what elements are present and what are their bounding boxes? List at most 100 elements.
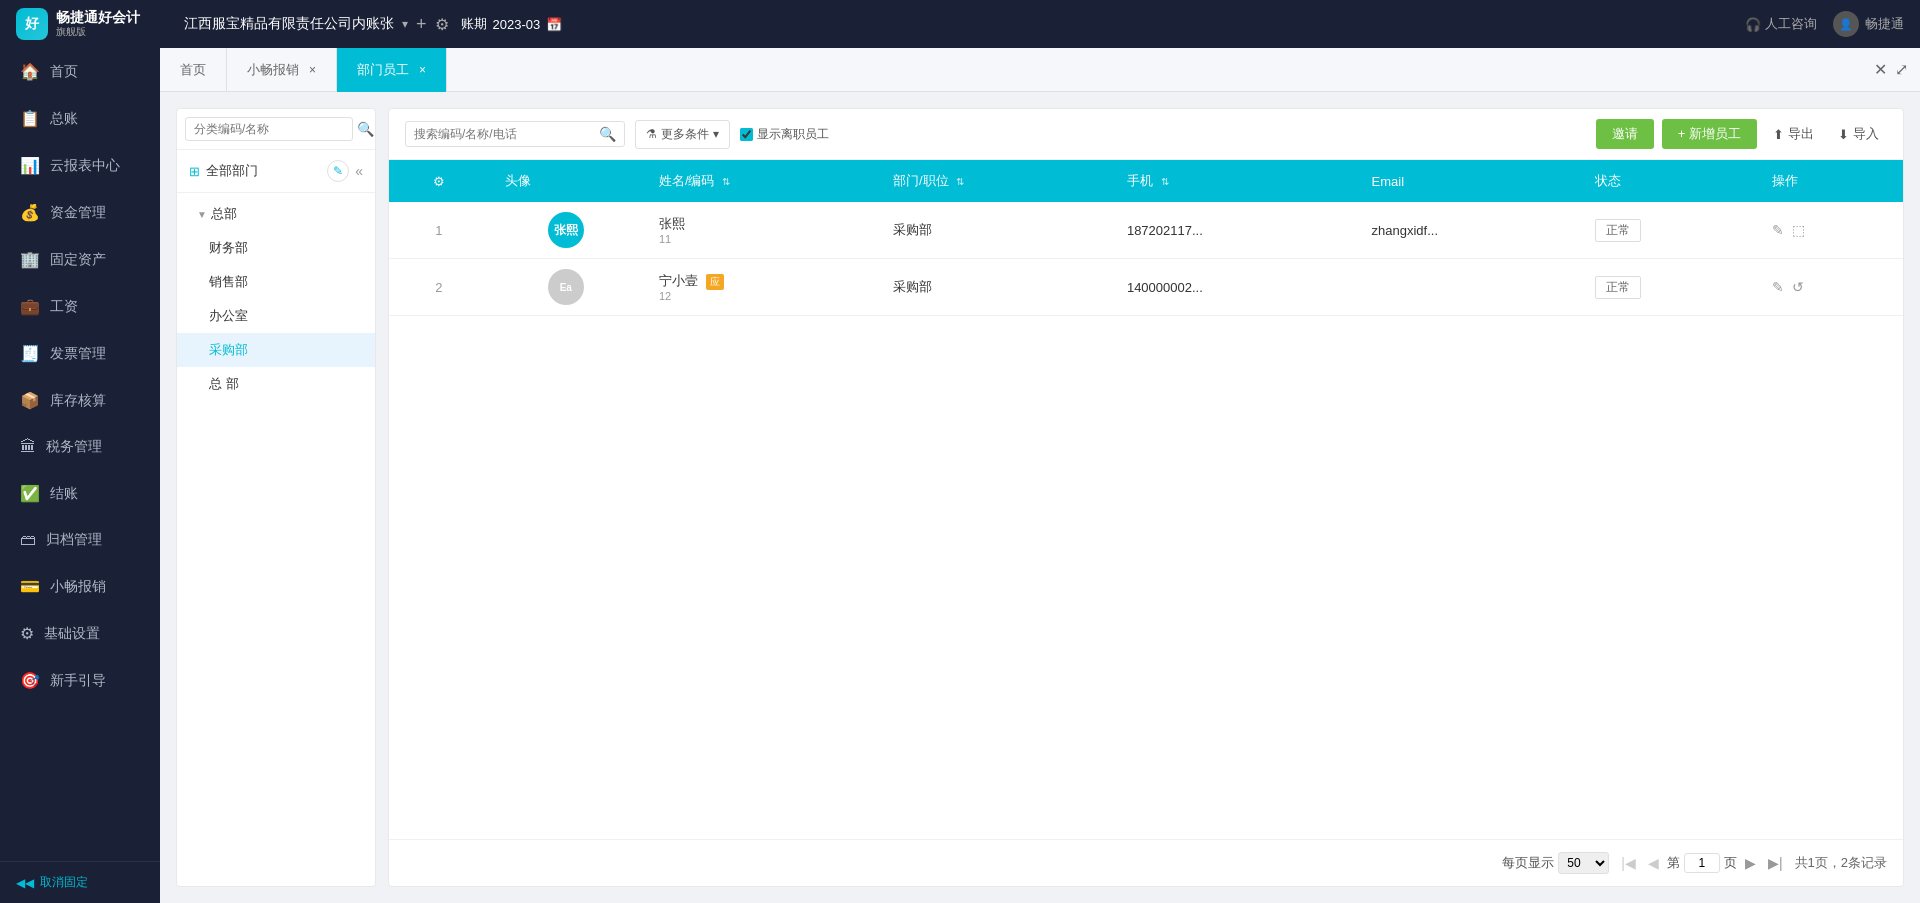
tab-expand-button[interactable]: ⤢ [1895, 60, 1908, 79]
employee-toolbar: 🔍 ⚗ 更多条件 ▾ 显示离职员工 邀请 + 新增员工 [389, 109, 1903, 160]
col-phone[interactable]: 手机 ⇅ [1111, 160, 1356, 202]
sidebar-item-guide[interactable]: 🎯 新手引导 [0, 657, 160, 704]
employee-search-input[interactable] [414, 127, 595, 141]
avatar: 张熙 [548, 212, 584, 248]
main-layout: 🏠 首页 📋 总账 📊 云报表中心 💰 资金管理 🏢 固定资产 💼 工资 🧾 发… [0, 48, 1920, 903]
show-resigned-wrap: 显示离职员工 [740, 126, 829, 143]
dept-node-headquarters[interactable]: ▼ 总部 [177, 197, 375, 231]
next-page-button[interactable]: ▶ [1741, 853, 1760, 873]
action-buttons: ✎ ⬚ [1772, 222, 1887, 238]
action-cell: ✎ ⬚ [1756, 202, 1903, 259]
archive-icon: 🗃 [20, 531, 36, 549]
status-cell: 正常 [1579, 259, 1756, 316]
add-employee-button[interactable]: + 新增员工 [1662, 119, 1757, 149]
settings-icon: ⚙ [20, 624, 34, 643]
tab-department[interactable]: 部门员工 × [337, 48, 447, 92]
row-num: 2 [389, 259, 489, 316]
dept-node-office[interactable]: 办公室 [177, 299, 375, 333]
sidebar-item-assets[interactable]: 🏢 固定资产 [0, 236, 160, 283]
edit-icon[interactable]: ✎ [1772, 222, 1784, 238]
dept-tree: ▼ 总部 财务部 销售部 办公室 采购部 [177, 193, 375, 886]
prev-page-button[interactable]: ◀ [1644, 853, 1663, 873]
settings-icon-button[interactable]: ⚙ [435, 15, 449, 34]
show-resigned-label[interactable]: 显示离职员工 [757, 126, 829, 143]
tab-expense-close[interactable]: × [309, 63, 316, 77]
calendar-icon[interactable]: 📅 [546, 17, 562, 32]
toolbar-right: 邀请 + 新增员工 ⬆ 导出 ⬇ 导入 [1596, 119, 1887, 149]
sidebar-item-reports[interactable]: 📊 云报表中心 [0, 142, 160, 189]
dept-collapse-button[interactable]: « [355, 163, 363, 179]
sidebar-item-label: 资金管理 [50, 204, 106, 222]
page-number-input[interactable] [1684, 853, 1720, 873]
user-menu[interactable]: 👤 畅捷通 [1833, 11, 1904, 37]
dept-header: ⊞ 全部部门 ✎ « [177, 150, 375, 193]
page-size-select[interactable]: 50 100 200 [1558, 852, 1609, 874]
col-name[interactable]: 姓名/编码 ⇅ [643, 160, 877, 202]
assets-icon: 🏢 [20, 250, 40, 269]
sidebar-item-archive[interactable]: 🗃 归档管理 [0, 517, 160, 563]
page-content: 🔍 ⊞ 全部部门 ✎ « ▼ 总部 [160, 92, 1920, 903]
invoice-icon: 🧾 [20, 344, 40, 363]
dept-node-label: 销售部 [209, 273, 248, 291]
ledger-icon: 📋 [20, 109, 40, 128]
dept-search-input[interactable] [185, 117, 353, 141]
tab-expense-label: 小畅报销 [247, 61, 299, 79]
col-settings[interactable]: ⚙ [389, 160, 489, 202]
sidebar-item-payroll[interactable]: 💼 工资 [0, 283, 160, 330]
dept-node-finance[interactable]: 财务部 [177, 231, 375, 265]
sidebar-item-label: 总账 [50, 110, 78, 128]
sidebar-item-ledger[interactable]: 📋 总账 [0, 95, 160, 142]
dept-search-icon[interactable]: 🔍 [357, 121, 374, 137]
tab-expense[interactable]: 小畅报销 × [227, 48, 337, 92]
tab-close-all-button[interactable]: ✕ [1874, 60, 1887, 79]
company-dropdown-arrow[interactable]: ▾ [402, 17, 408, 31]
last-page-button[interactable]: ▶| [1764, 853, 1787, 873]
logo-area: 好 畅捷通好会计 旗舰版 [16, 8, 176, 40]
sidebar-item-tax[interactable]: 🏛 税务管理 [0, 424, 160, 470]
employee-panel: 🔍 ⚗ 更多条件 ▾ 显示离职员工 邀请 + 新增员工 [388, 108, 1904, 887]
ying-badge: 应 [706, 274, 724, 290]
sidebar-item-label: 工资 [50, 298, 78, 316]
dept-edit-button[interactable]: ✎ [327, 160, 349, 182]
import-button[interactable]: ⬇ 导入 [1830, 119, 1887, 149]
show-resigned-checkbox[interactable] [740, 128, 753, 141]
dept-node-label: 财务部 [209, 239, 248, 257]
employee-name: 张熙 [659, 215, 861, 233]
sidebar-item-funds[interactable]: 💰 资金管理 [0, 189, 160, 236]
edit-icon[interactable]: ✎ [1772, 279, 1784, 295]
dept-node-general[interactable]: 总 部 [177, 367, 375, 401]
support-button[interactable]: 🎧 人工咨询 [1745, 15, 1817, 33]
col-dept[interactable]: 部门/职位 ⇅ [877, 160, 1111, 202]
cancel-pin-button[interactable]: ◀◀ 取消固定 [0, 861, 160, 903]
table-row: 2 Ea 宁小壹 应 [389, 259, 1903, 316]
expand-arrow-icon: ▼ [197, 209, 207, 220]
headset-icon: 🎧 [1745, 17, 1761, 32]
more-filters-button[interactable]: ⚗ 更多条件 ▾ [635, 120, 730, 149]
first-page-button[interactable]: |◀ [1617, 853, 1640, 873]
sidebar-item-home[interactable]: 🏠 首页 [0, 48, 160, 95]
col-status: 状态 [1579, 160, 1756, 202]
dept-all-label: 全部部门 [206, 162, 258, 180]
dept-node-purchasing[interactable]: 采购部 [177, 333, 375, 367]
tab-bar-actions: ✕ ⤢ [1874, 60, 1920, 79]
sidebar-item-invoice[interactable]: 🧾 发票管理 [0, 330, 160, 377]
tab-home[interactable]: 首页 [160, 48, 227, 92]
sidebar-item-close[interactable]: ✅ 结账 [0, 470, 160, 517]
invite-button[interactable]: 邀请 [1596, 119, 1654, 149]
add-company-button[interactable]: + [416, 14, 427, 35]
dept-node-sales[interactable]: 销售部 [177, 265, 375, 299]
reports-icon: 📊 [20, 156, 40, 175]
sidebar-item-expense[interactable]: 💳 小畅报销 [0, 563, 160, 610]
tab-department-close[interactable]: × [419, 63, 426, 77]
company-selector[interactable]: 江西服宝精品有限责任公司内账张 ▾ [184, 15, 408, 33]
avatar-cell: Ea [489, 259, 643, 316]
export-button[interactable]: ⬆ 导出 [1765, 119, 1822, 149]
sidebar-item-settings[interactable]: ⚙ 基础设置 [0, 610, 160, 657]
avatar: 👤 [1833, 11, 1859, 37]
logout-icon[interactable]: ⬚ [1792, 222, 1805, 238]
guide-icon: 🎯 [20, 671, 40, 690]
username-label: 畅捷通 [1865, 15, 1904, 33]
refresh-icon[interactable]: ↺ [1792, 279, 1804, 295]
employee-search-icon[interactable]: 🔍 [599, 126, 616, 142]
sidebar-item-inventory[interactable]: 📦 库存核算 [0, 377, 160, 424]
